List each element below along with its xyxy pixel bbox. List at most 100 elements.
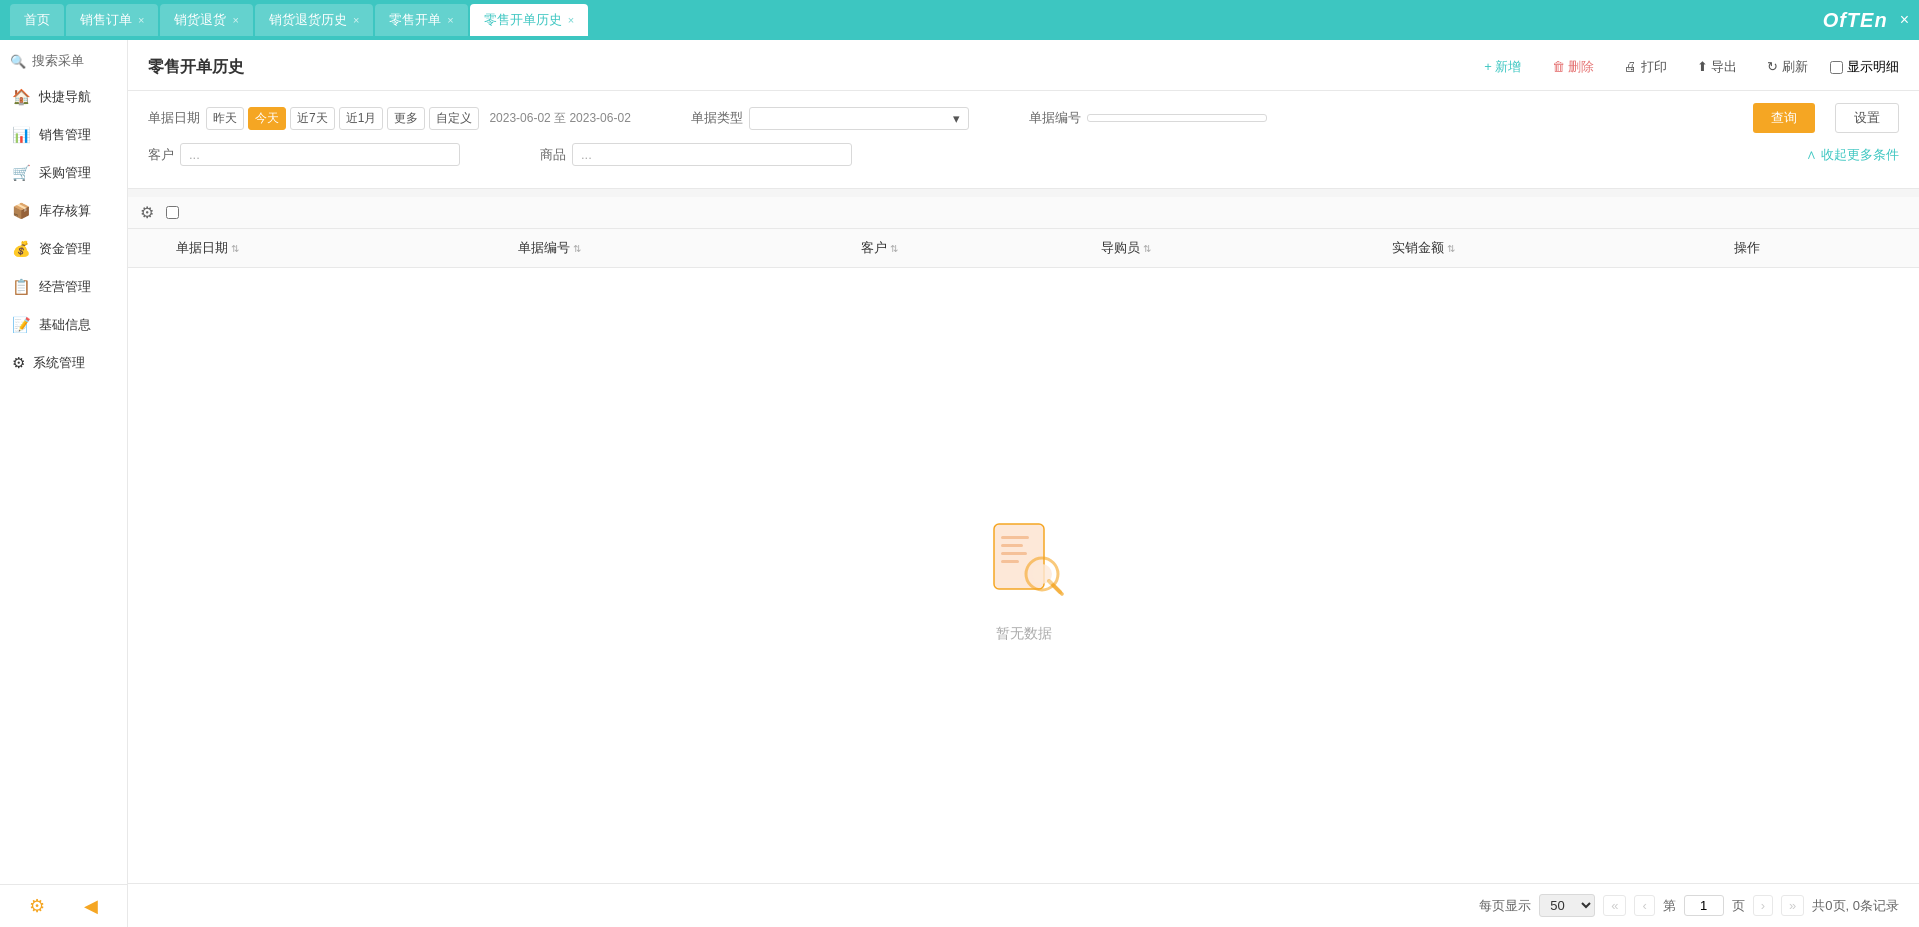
page-prefix-label: 第	[1663, 897, 1676, 915]
sidebar-item-label: 快捷导航	[39, 88, 91, 106]
collapse-sidebar-button[interactable]: ◀	[84, 895, 98, 917]
sort-icon: ⇅	[1143, 243, 1151, 254]
window-close-button[interactable]: ×	[1900, 11, 1909, 29]
customer-input[interactable]: ...	[180, 143, 460, 166]
empty-state: 暂无数据	[128, 268, 1919, 883]
sidebar-item-系统管理[interactable]: ⚙ 系统管理	[0, 344, 127, 382]
top-tab-销货退货历史[interactable]: 销货退货历史×	[255, 4, 373, 36]
th-客户[interactable]: 客户⇅	[849, 229, 1089, 268]
date-option-近1月[interactable]: 近1月	[339, 107, 384, 130]
sidebar-icon: 📝	[12, 316, 31, 334]
query-button[interactable]: 查询	[1753, 103, 1815, 133]
brand-text: OfTEn	[1823, 9, 1888, 32]
date-option-昨天[interactable]: 昨天	[206, 107, 244, 130]
sidebar-item-经营管理[interactable]: 📋 经营管理	[0, 268, 127, 306]
sidebar-icon: 🏠	[12, 88, 31, 106]
doc-type-filter: 单据类型 ▾	[691, 107, 969, 130]
sort-icon: ⇅	[890, 243, 898, 254]
sidebar-item-资金管理[interactable]: 💰资金管理	[0, 230, 127, 268]
doc-no-input[interactable]	[1087, 114, 1267, 122]
doc-no-label: 单据编号	[1029, 109, 1081, 127]
tab-close-icon[interactable]: ×	[138, 14, 144, 26]
sidebar-item-label: 采购管理	[39, 164, 91, 182]
main-layout: 🔍 搜索采单 🏠 快捷导航 📊销售管理 🛒 采购管理 📦库存核算💰资金管理 📋 经营管理 📝 基础…	[0, 40, 1919, 927]
display-detail-checkbox[interactable]: 显示明细	[1830, 58, 1899, 76]
settings-bottom-button[interactable]: ⚙	[29, 895, 45, 917]
doc-type-select[interactable]: ▾	[749, 107, 969, 130]
table-settings-icon[interactable]: ⚙	[140, 203, 154, 222]
date-option-近7天[interactable]: 近7天	[290, 107, 335, 130]
top-tab-销售订单[interactable]: 销售订单×	[66, 4, 158, 36]
sidebar-search[interactable]: 🔍 搜索采单	[0, 40, 127, 78]
sidebar-icon: 📋	[12, 278, 31, 296]
display-detail-input[interactable]	[1830, 61, 1843, 74]
goods-input[interactable]: ...	[572, 143, 852, 166]
date-buttons: 昨天今天近7天近1月更多自定义	[206, 107, 479, 130]
date-option-自定义[interactable]: 自定义	[429, 107, 479, 130]
per-page-select[interactable]: 50 10 20 100	[1539, 894, 1595, 917]
tab-close-icon[interactable]: ×	[447, 14, 453, 26]
top-tab-销货退货[interactable]: 销货退货×	[160, 4, 252, 36]
th-操作: 操作	[1722, 229, 1919, 268]
sidebar-item-采购管理[interactable]: 🛒 采购管理	[0, 154, 127, 192]
tab-close-icon[interactable]: ×	[568, 14, 574, 26]
page-suffix-label: 页	[1732, 897, 1745, 915]
page-number-input[interactable]	[1684, 895, 1724, 916]
data-table: 单据日期⇅单据编号⇅客户⇅导购员⇅实销金额⇅操作	[128, 229, 1919, 268]
date-filter-label: 单据日期	[148, 109, 200, 127]
sidebar-icon: ⚙	[12, 354, 25, 372]
per-page-label: 每页显示	[1479, 897, 1531, 915]
next-page-button[interactable]: ›	[1753, 895, 1773, 916]
sidebar-item-label: 系统管理	[33, 354, 85, 372]
th-导购员[interactable]: 导购员⇅	[1089, 229, 1380, 268]
refresh-button[interactable]: ↻ 刷新	[1759, 54, 1816, 80]
prev-page-button[interactable]: ‹	[1634, 895, 1654, 916]
sidebar-item-库存核算[interactable]: 📦库存核算	[0, 192, 127, 230]
sidebar-item-基础信息[interactable]: 📝 基础信息	[0, 306, 127, 344]
page-title: 零售开单历史	[148, 57, 244, 78]
sidebar-item-label: 销售管理	[39, 126, 91, 144]
content-area: 零售开单历史 + 新增 🗑 删除 🖨 打印 ⬆ 导出 ↻ 刷新 显示明细 单据日…	[128, 40, 1919, 927]
delete-button[interactable]: 🗑 删除	[1544, 54, 1603, 80]
svg-rect-3	[1001, 552, 1027, 555]
table-toolbar: ⚙	[128, 197, 1919, 229]
select-all-checkbox[interactable]	[166, 206, 179, 219]
th-单据编号[interactable]: 单据编号⇅	[506, 229, 848, 268]
sidebar-item-label: 基础信息	[39, 316, 91, 334]
doc-type-label: 单据类型	[691, 109, 743, 127]
sidebar-item-销售管理[interactable]: 📊销售管理	[0, 116, 127, 154]
tab-close-icon[interactable]: ×	[232, 14, 238, 26]
export-button[interactable]: ⬆ 导出	[1689, 54, 1746, 80]
print-button[interactable]: 🖨 打印	[1616, 54, 1675, 80]
th-实销金额[interactable]: 实销金额⇅	[1380, 229, 1722, 268]
customer-filter: 客户 ...	[148, 143, 460, 166]
date-option-今天[interactable]: 今天	[248, 107, 286, 130]
doc-type-dropdown-icon: ▾	[953, 111, 960, 126]
setting-button[interactable]: 设置	[1835, 103, 1899, 133]
top-tab-零售开单[interactable]: 零售开单×	[375, 4, 467, 36]
goods-label: 商品	[540, 146, 566, 164]
pagination: 每页显示 50 10 20 100 « ‹ 第 页 › » 共0页, 0条记录	[128, 883, 1919, 927]
date-option-更多[interactable]: 更多	[387, 107, 425, 130]
top-tab-零售开单历史[interactable]: 零售开单历史×	[470, 4, 588, 36]
sidebar-icon: 🛒	[12, 164, 31, 182]
tab-close-icon[interactable]: ×	[353, 14, 359, 26]
sidebar-item-label: 经营管理	[39, 278, 91, 296]
sidebar-item-快捷导航[interactable]: 🏠 快捷导航	[0, 78, 127, 116]
sidebar-item-label: 资金管理	[39, 240, 91, 258]
toolbar: + 新增 🗑 删除 🖨 打印 ⬆ 导出 ↻ 刷新 显示明细	[1476, 54, 1899, 80]
filter-row-1: 单据日期 昨天今天近7天近1月更多自定义 2023-06-02 至 2023-0…	[148, 103, 1899, 133]
filter-row-2: 客户 ... 商品 ... ∧ 收起更多条件	[148, 143, 1899, 166]
collapse-button[interactable]: ∧ 收起更多条件	[1806, 146, 1899, 164]
first-page-button[interactable]: «	[1603, 895, 1626, 916]
top-bar: 首页销售订单×销货退货×销货退货历史×零售开单×零售开单历史× OfTEn ×	[0, 0, 1919, 40]
last-page-button[interactable]: »	[1781, 895, 1804, 916]
th-单据日期[interactable]: 单据日期⇅	[164, 229, 506, 268]
table-container: ⚙ 单据日期⇅单据编号⇅客户⇅导购员⇅实销金额⇅操作	[128, 197, 1919, 883]
sidebar-item-label: 库存核算	[39, 202, 91, 220]
search-icon: 🔍	[10, 54, 26, 69]
sort-icon: ⇅	[231, 243, 239, 254]
top-tab-首页[interactable]: 首页	[10, 4, 64, 36]
goods-placeholder: ...	[581, 147, 592, 162]
add-button[interactable]: + 新增	[1476, 54, 1529, 80]
